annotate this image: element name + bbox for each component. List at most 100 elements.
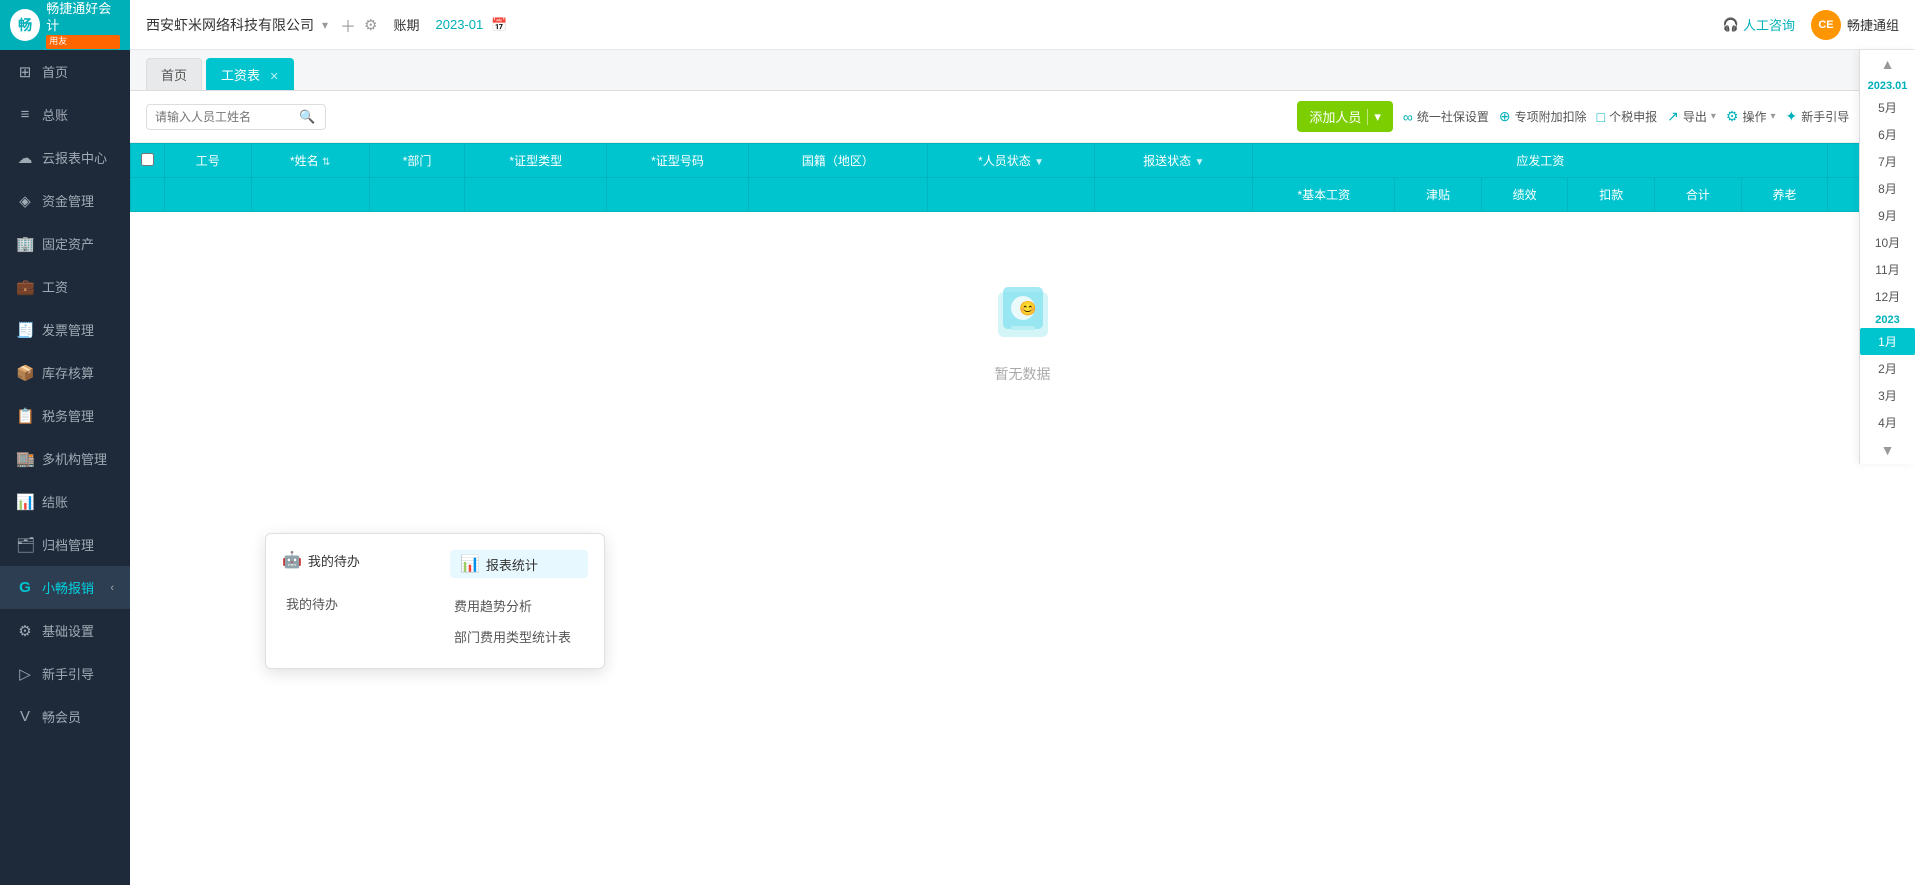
th-base-wage: *基本工资 <box>1253 178 1395 212</box>
month-prev-button[interactable]: ▲ <box>1860 50 1915 78</box>
export-action[interactable]: ↗ 导出 ▾ <box>1667 108 1716 125</box>
guide-action-icon: ✦ <box>1786 108 1798 125</box>
logo-icon: 畅 <box>10 9 40 41</box>
robot-icon: 🤖 <box>282 550 302 570</box>
company-setting-icon[interactable]: ⚙ <box>364 16 377 34</box>
sidebar-item-inventory[interactable]: 📦 库存核算 <box>0 351 130 394</box>
social-security-icon: ∞ <box>1403 109 1413 125</box>
sidebar-item-fund[interactable]: ◈ 资金管理 <box>0 179 130 222</box>
month-item-9[interactable]: 9月 <box>1860 202 1915 229</box>
toolbar: 🔍 添加人员 ▾ ∞ 统一社保设置 ⊕ 专项附加扣除 □ 个税申报 <box>130 91 1915 143</box>
special-deduct-action[interactable]: ⊕ 专项附加扣除 <box>1499 108 1587 125</box>
sidebar-item-fixed-assets[interactable]: 🏢 固定资产 <box>0 222 130 265</box>
sidebar-item-home[interactable]: ⊞ 首页 <box>0 50 130 93</box>
fund-icon: ◈ <box>16 192 34 210</box>
sidebar-item-basic-settings[interactable]: ⚙ 基础设置 <box>0 609 130 652</box>
th-emp-no: 工号 <box>165 144 252 178</box>
sidebar-item-archive[interactable]: 🗂 归档管理 <box>0 523 130 566</box>
tab-home[interactable]: 首页 <box>146 58 202 90</box>
popup-item-dept-cost[interactable]: 部门费用类型统计表 <box>450 621 588 652</box>
th-checkbox[interactable] <box>131 144 165 178</box>
name-sort-icon[interactable]: ⇅ <box>322 157 330 168</box>
sidebar-item-cloud-report[interactable]: ☁ 云报表中心 <box>0 136 130 179</box>
fixed-assets-icon: 🏢 <box>16 235 34 253</box>
company-chevron-icon[interactable]: ▾ <box>322 18 328 32</box>
status-filter-icon[interactable]: ▼ <box>1034 157 1044 168</box>
month-next-button[interactable]: ▼ <box>1860 436 1915 464</box>
sidebar-item-label: 税务管理 <box>42 406 94 425</box>
sidebar-item-label: 基础设置 <box>42 621 94 640</box>
chart-icon: 📊 <box>460 554 480 574</box>
sidebar-item-guide[interactable]: ▷ 新手引导 <box>0 652 130 695</box>
service-button[interactable]: 🎧 人工咨询 <box>1723 15 1795 34</box>
sidebar-item-tax[interactable]: 📋 税务管理 <box>0 394 130 437</box>
add-company-icon[interactable]: ＋ <box>340 13 356 37</box>
settings-icon: ⚙ <box>16 622 34 640</box>
popup-item-my-todo[interactable]: 我的待办 <box>282 588 420 619</box>
operation-action[interactable]: ⚙ 操作 ▾ <box>1726 108 1776 125</box>
export-chevron-icon: ▾ <box>1711 111 1716 122</box>
th-dept: *部门 <box>369 144 465 178</box>
th-bonus: 绩效 <box>1481 178 1568 212</box>
month-item-2[interactable]: 2月 <box>1860 355 1915 382</box>
sidebar-item-settle[interactable]: 📊 结账 <box>0 480 130 523</box>
th-country: 国籍（地区） <box>748 144 927 178</box>
month-item-7[interactable]: 7月 <box>1860 148 1915 175</box>
sidebar-item-xiao-chang[interactable]: G 小畅报销 ‹ <box>0 566 130 609</box>
sidebar-item-label: 资金管理 <box>42 191 94 210</box>
search-input[interactable] <box>155 110 295 124</box>
tax-report-icon: □ <box>1597 109 1605 125</box>
guide-action[interactable]: ✦ 新手引导 <box>1786 108 1850 125</box>
popup-section: 🤖 我的待办 我的待办 📊 报表统计 费用趋势分析 <box>282 550 588 652</box>
sidebar-item-salary[interactable]: 💼 工资 <box>0 265 130 308</box>
home-icon: ⊞ <box>16 63 34 81</box>
select-all-checkbox[interactable] <box>141 153 154 166</box>
tab-salary-table[interactable]: 工资表 ✕ <box>206 58 294 90</box>
sidebar-item-member[interactable]: V 畅会员 <box>0 695 130 738</box>
sidebar-item-label: 工资 <box>42 277 68 296</box>
social-security-label: 统一社保设置 <box>1417 108 1489 125</box>
th-total: 合计 <box>1655 178 1742 212</box>
add-person-button[interactable]: 添加人员 ▾ <box>1297 101 1393 132</box>
report-status-filter-icon[interactable]: ▼ <box>1195 157 1205 168</box>
tax-report-action[interactable]: □ 个税申报 <box>1597 108 1657 125</box>
period-label: 账期 <box>394 15 420 34</box>
month-panel: ▲ 2023.01 5月 6月 7月 8月 9月 10月 11月 12月 202… <box>1859 50 1915 464</box>
th-deduct: 扣款 <box>1568 178 1655 212</box>
month-panel-year-header: 2023.01 <box>1868 78 1908 94</box>
search-box[interactable]: 🔍 <box>146 104 326 130</box>
logo-text: 畅捷通好会计 用友 <box>46 1 120 48</box>
sidebar-item-label: 发票管理 <box>42 320 94 339</box>
month-item-5[interactable]: 5月 <box>1860 94 1915 121</box>
th-report-status[interactable]: 报送状态 ▼ <box>1095 144 1253 178</box>
invoice-icon: 🧾 <box>16 321 34 339</box>
popup-item-cost-trend[interactable]: 费用趋势分析 <box>450 590 588 621</box>
month-item-3[interactable]: 3月 <box>1860 382 1915 409</box>
month-item-10[interactable]: 10月 <box>1860 229 1915 256</box>
month-item-11[interactable]: 11月 <box>1860 256 1915 283</box>
month-item-12[interactable]: 12月 <box>1860 283 1915 310</box>
month-item-1-current[interactable]: 1月 <box>1860 328 1915 355</box>
popup-col-todo: 🤖 我的待办 我的待办 <box>282 550 420 652</box>
social-security-action[interactable]: ∞ 统一社保设置 <box>1403 108 1489 125</box>
table-wrapper: 工号 *姓名 ⇅ *部门 *证型类型 *证型号码 国籍（地区） *人员状态 ▼ <box>130 143 1915 885</box>
sidebar-item-multi-org[interactable]: 🏬 多机构管理 <box>0 437 130 480</box>
calendar-icon[interactable]: 📅 <box>491 17 507 33</box>
th-wage-group: 应发工资 <box>1253 144 1828 178</box>
operation-icon: ⚙ <box>1726 108 1739 125</box>
archive-icon: 🗂 <box>16 536 34 554</box>
sidebar-item-ledger[interactable]: ≡ 总账 <box>0 93 130 136</box>
th-status[interactable]: *人员状态 ▼ <box>927 144 1094 178</box>
user-menu[interactable]: CE 畅捷通组 <box>1811 10 1899 40</box>
xiao-chang-icon: G <box>16 579 34 596</box>
month-item-6[interactable]: 6月 <box>1860 121 1915 148</box>
th-name[interactable]: *姓名 ⇅ <box>251 144 369 178</box>
sidebar-item-invoice[interactable]: 🧾 发票管理 <box>0 308 130 351</box>
tab-close-icon[interactable]: ✕ <box>270 71 279 83</box>
month-item-8[interactable]: 8月 <box>1860 175 1915 202</box>
search-icon[interactable]: 🔍 <box>299 109 315 125</box>
month-item-4[interactable]: 4月 <box>1860 409 1915 436</box>
sidebar-item-label: 结账 <box>42 492 68 511</box>
sidebar-item-label: 首页 <box>42 62 68 81</box>
sidebar-item-label: 新手引导 <box>42 664 94 683</box>
